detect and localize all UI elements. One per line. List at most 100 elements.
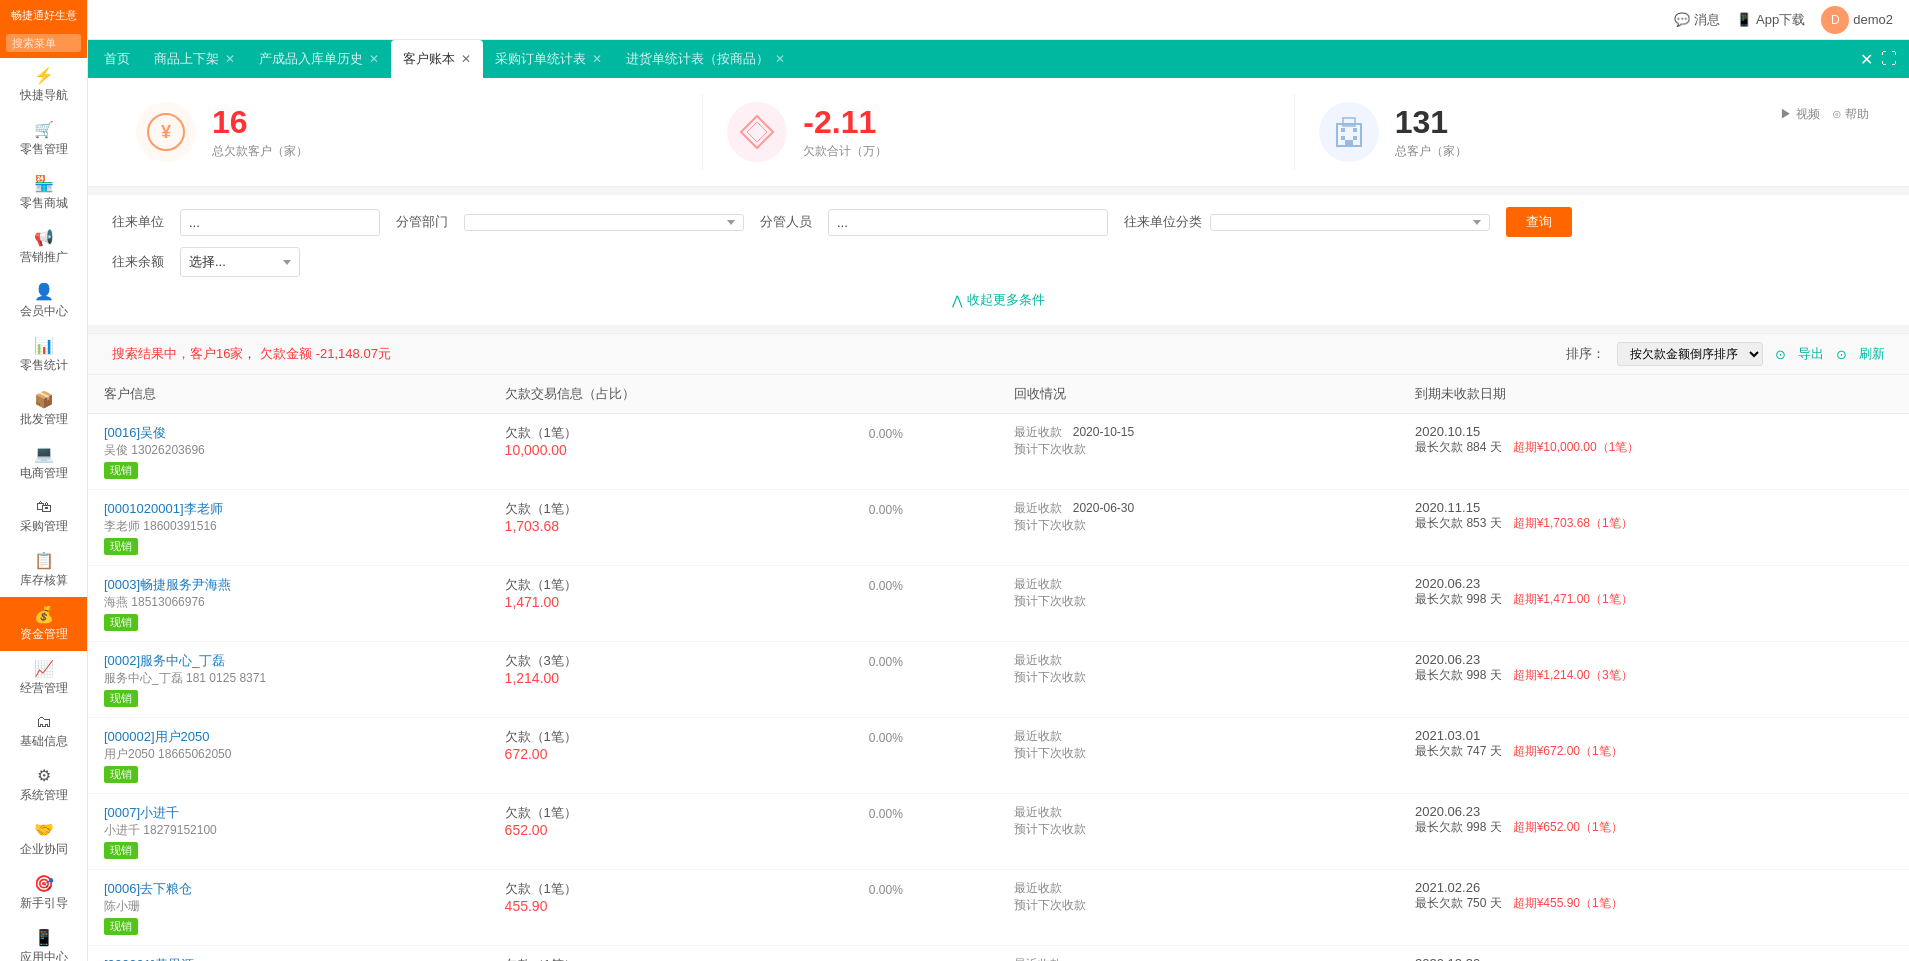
overdue-link[interactable]: 超期¥10,000.00（1笔）: [1513, 440, 1640, 454]
tab-close-icon[interactable]: ✕: [369, 52, 379, 66]
source-unit-label: 往来单位: [112, 213, 172, 231]
sidebar-item-inventory[interactable]: 📋 库存核算: [0, 543, 87, 597]
customer-name-link[interactable]: [000002]用户2050: [104, 728, 473, 746]
customer-name-link[interactable]: [0016]吴俊: [104, 424, 473, 442]
app-download-label: App下载: [1756, 11, 1805, 29]
collection-cell: 最近收款 预计下次收款: [998, 566, 1399, 642]
last-collection-date: [1066, 577, 1073, 591]
last-collection-info: 最近收款: [1014, 956, 1383, 961]
tab-close-icon[interactable]: ✕: [592, 52, 602, 66]
export-button[interactable]: 导出: [1798, 345, 1824, 363]
overdue-link[interactable]: 超期¥652.00（1笔）: [1513, 820, 1623, 834]
user-menu-button[interactable]: D demo2: [1821, 6, 1893, 34]
search-button[interactable]: 查询: [1506, 207, 1572, 237]
overdue-info: 最长欠款 998 天 超期¥1,471.00（1笔）: [1415, 591, 1893, 608]
last-collection-info: 最近收款: [1014, 804, 1383, 821]
message-icon: 💬: [1674, 12, 1690, 27]
manager-input[interactable]: ...: [828, 209, 1108, 236]
sidebar-item-retail-stats[interactable]: 📊 零售统计: [0, 328, 87, 382]
sort-select[interactable]: 按欠款金额倒序排序: [1617, 342, 1763, 366]
customer-name-link[interactable]: [0006]去下粮仓: [104, 880, 473, 898]
customer-name-link[interactable]: [0007]小进千: [104, 804, 473, 822]
next-collection-label: 预计下次收款: [1014, 746, 1086, 760]
video-link[interactable]: ▶ 视频: [1780, 106, 1819, 123]
tab-close-icon[interactable]: ✕: [775, 52, 785, 66]
tab-close-icon[interactable]: ✕: [461, 52, 471, 66]
last-collection-label: 最近收款: [1014, 729, 1062, 743]
overdue-link[interactable]: 超期¥672.00（1笔）: [1513, 744, 1623, 758]
sidebar-item-purchase[interactable]: 🛍 采购管理: [0, 490, 87, 543]
overdue-info: 最长欠款 884 天 超期¥10,000.00（1笔）: [1415, 439, 1893, 456]
customer-name-link[interactable]: [0001020001]李老师: [104, 500, 473, 518]
sidebar: 畅捷通好生意 ⚡ 快捷导航 🛒 零售管理 🏪 零售商城 📢 营销推广 👤 会员中…: [0, 0, 88, 961]
diamond-icon: [727, 102, 787, 162]
sidebar-item-member[interactable]: 👤 会员中心: [0, 274, 87, 328]
menu-search-container: [0, 30, 87, 58]
col-collection: 回收情况: [998, 375, 1399, 414]
unit-category-input[interactable]: [1210, 214, 1490, 231]
tab-customer-account[interactable]: 客户账本 ✕: [391, 40, 483, 78]
customer-info-cell: [0007]小进千 小进千 18279152100 现销: [88, 794, 489, 870]
last-collection-date: [1066, 805, 1073, 819]
balance-select[interactable]: 选择...: [180, 247, 300, 277]
last-collection-info: 最近收款: [1014, 652, 1383, 669]
results-actions: 排序： 按欠款金额倒序排序 ⊙ 导出 ⊙ 刷新: [1566, 342, 1885, 366]
collection-cell: 最近收款 预计下次收款: [998, 794, 1399, 870]
tab-stock-summary[interactable]: 进货单统计表（按商品） ✕: [614, 40, 797, 78]
sidebar-item-marketing[interactable]: 📢 营销推广: [0, 220, 87, 274]
customer-name-link[interactable]: [0003]畅捷服务尹海燕: [104, 576, 473, 594]
last-collection-info: 最近收款: [1014, 880, 1383, 897]
sidebar-item-label: 会员中心: [20, 303, 68, 320]
overdue-link[interactable]: 超期¥1,471.00（1笔）: [1513, 592, 1633, 606]
next-collection-label: 预计下次收款: [1014, 518, 1086, 532]
message-button[interactable]: 💬 消息: [1674, 11, 1720, 29]
tab-purchase-summary[interactable]: 采购订单统计表 ✕: [483, 40, 614, 78]
sidebar-item-system[interactable]: ⚙ 系统管理: [0, 758, 87, 812]
results-info: 搜索结果中，客户16家， 欠款金额 -21,148.07元: [112, 345, 391, 363]
col-customer-info: 客户信息: [88, 375, 489, 414]
sidebar-item-enterprise-collab[interactable]: 🤝 企业协同: [0, 812, 87, 866]
debt-info-cell: 欠款（1笔） 1,471.00: [489, 566, 853, 642]
overdue-link[interactable]: 超期¥1,703.68（1笔）: [1513, 516, 1633, 530]
sidebar-item-basic-info[interactable]: 🗂 基础信息: [0, 705, 87, 758]
source-unit-input[interactable]: ...: [180, 209, 380, 236]
tab-product-history[interactable]: 产成品入库单历史 ✕: [247, 40, 391, 78]
table-row: [0003]畅捷服务尹海燕 海燕 18513066976 现销 欠款（1笔） 1…: [88, 566, 1909, 642]
sidebar-item-operations[interactable]: 📈 经营管理: [0, 651, 87, 705]
tab-maximize-icon[interactable]: ⛶: [1881, 50, 1897, 68]
debt-ratio-cell: 0.00%: [853, 414, 999, 490]
sidebar-item-finance[interactable]: 💰 资金管理: [0, 597, 87, 651]
results-bar: 搜索结果中，客户16家， 欠款金额 -21,148.07元 排序： 按欠款金额倒…: [88, 333, 1909, 375]
tab-home[interactable]: 首页: [92, 40, 142, 78]
sidebar-item-retail-mgmt[interactable]: 🛒 零售管理: [0, 112, 87, 166]
sidebar-item-ecommerce[interactable]: 💻 电商管理: [0, 436, 87, 490]
app-download-button[interactable]: 📱 App下载: [1736, 11, 1805, 29]
sidebar-item-batch-mgmt[interactable]: 📦 批发管理: [0, 382, 87, 436]
sidebar-item-label: 批发管理: [20, 411, 68, 428]
overdue-link[interactable]: 超期¥455.90（1笔）: [1513, 896, 1623, 910]
chevron-down-icon: [1473, 220, 1481, 225]
overdue-link[interactable]: 超期¥1,214.00（3笔）: [1513, 668, 1633, 682]
tab-close-icon[interactable]: ✕: [225, 52, 235, 66]
tab-close-all-icon[interactable]: ✕: [1860, 50, 1873, 69]
refresh-button[interactable]: 刷新: [1859, 345, 1885, 363]
sidebar-item-new-guide[interactable]: 🎯 新手引导: [0, 866, 87, 920]
menu-search-input[interactable]: [6, 34, 81, 52]
notice-icon: ⊙: [1775, 347, 1786, 362]
retail-mall-icon: 🏪: [34, 174, 54, 193]
debt-info-text: 欠款（1笔）: [505, 500, 837, 518]
sidebar-item-quick-nav[interactable]: ⚡ 快捷导航: [0, 58, 87, 112]
tab-product-offshelf[interactable]: 商品上下架 ✕: [142, 40, 247, 78]
col-ratio: [853, 375, 999, 414]
customer-tag: 现销: [104, 766, 138, 783]
svg-rect-7: [1341, 136, 1345, 140]
help-link[interactable]: ⊙ 帮助: [1832, 106, 1869, 123]
collapse-button[interactable]: ⋀ 收起更多条件: [952, 291, 1045, 309]
sidebar-item-retail-mall[interactable]: 🏪 零售商城: [0, 166, 87, 220]
balance-label: 往来余额: [112, 253, 172, 271]
next-collection-info: 预计下次收款: [1014, 441, 1383, 458]
sidebar-item-app-center[interactable]: 📱 应用中心: [0, 920, 87, 961]
customer-name-link[interactable]: [0002]服务中心_丁磊: [104, 652, 473, 670]
department-input[interactable]: [464, 214, 744, 231]
customer-name-link[interactable]: [000001]黄思源: [104, 956, 473, 961]
